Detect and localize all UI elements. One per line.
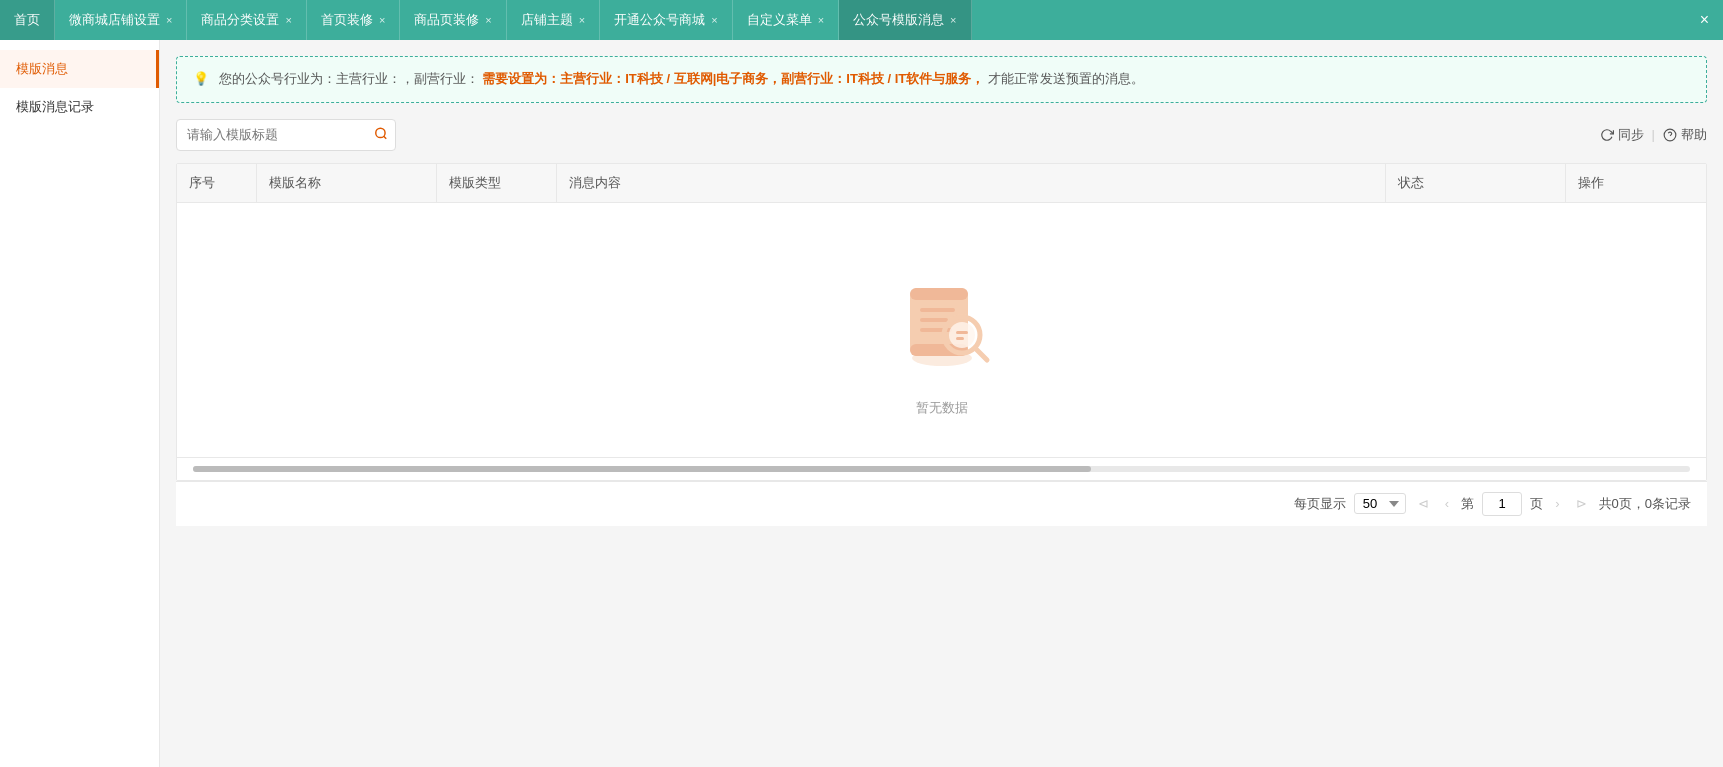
tab-custom-menu[interactable]: 自定义菜单 × bbox=[733, 0, 839, 40]
refresh-icon bbox=[1600, 128, 1614, 142]
svg-point-12 bbox=[949, 322, 975, 348]
search-input-wrap bbox=[176, 119, 396, 151]
tab-product-decor[interactable]: 商品页装修 × bbox=[400, 0, 506, 40]
help-button[interactable]: 帮助 bbox=[1663, 126, 1707, 144]
notice-icon: 💡 bbox=[193, 71, 209, 86]
svg-rect-14 bbox=[956, 331, 968, 334]
svg-rect-15 bbox=[956, 337, 964, 340]
tab-bar-close-all[interactable]: × bbox=[1686, 11, 1723, 29]
table-header: 序号 模版名称 模版类型 消息内容 状态 操作 bbox=[177, 164, 1706, 203]
sidebar: 模版消息 模版消息记录 bbox=[0, 40, 160, 767]
last-page-button[interactable]: ⊳ bbox=[1572, 494, 1591, 513]
col-status: 状态 bbox=[1386, 164, 1566, 202]
page-label: 第 bbox=[1461, 495, 1474, 513]
svg-rect-8 bbox=[920, 308, 955, 312]
svg-rect-6 bbox=[910, 288, 968, 300]
next-page-button[interactable]: › bbox=[1551, 494, 1563, 513]
search-bar: 同步 | 帮助 bbox=[176, 119, 1707, 151]
pagination: 每页显示 50 10 20 100 ⊲ ‹ 第 页 › ⊳ 共0页，0条记录 bbox=[176, 481, 1707, 526]
horizontal-scrollbar[interactable] bbox=[193, 466, 1690, 472]
notice-highlight: 需要设置为：主营行业：IT科技 / 互联网|电子商务，副营行业：IT科技 / I… bbox=[482, 71, 984, 86]
tab-close-category[interactable]: × bbox=[285, 14, 291, 26]
col-action: 操作 bbox=[1566, 164, 1706, 202]
col-index: 序号 bbox=[177, 164, 257, 202]
col-type: 模版类型 bbox=[437, 164, 557, 202]
search-button[interactable] bbox=[374, 126, 388, 143]
notice-box: 💡 您的公众号行业为：主营行业：，副营行业： 需要设置为：主营行业：IT科技 /… bbox=[176, 56, 1707, 103]
help-icon bbox=[1663, 128, 1677, 142]
tab-template-msg[interactable]: 公众号模版消息 × bbox=[839, 0, 971, 40]
first-page-button[interactable]: ⊲ bbox=[1414, 494, 1433, 513]
tab-close-product-decor[interactable]: × bbox=[485, 14, 491, 26]
tab-close-open-mall[interactable]: × bbox=[711, 14, 717, 26]
prev-page-button[interactable]: ‹ bbox=[1441, 494, 1453, 513]
search-input[interactable] bbox=[176, 119, 396, 151]
data-table: 序号 模版名称 模版类型 消息内容 状态 操作 bbox=[176, 163, 1707, 481]
horizontal-scroll-area bbox=[177, 457, 1706, 480]
scrollbar-thumb[interactable] bbox=[193, 466, 1091, 472]
content-area: 💡 您的公众号行业为：主营行业：，副营行业： 需要设置为：主营行业：IT科技 /… bbox=[160, 40, 1723, 767]
tab-close-home-decor[interactable]: × bbox=[379, 14, 385, 26]
page-unit: 页 bbox=[1530, 495, 1543, 513]
tab-close-shop-theme[interactable]: × bbox=[579, 14, 585, 26]
tab-open-mall[interactable]: 开通公众号商城 × bbox=[600, 0, 732, 40]
empty-text: 暂无数据 bbox=[916, 399, 968, 417]
tab-home-decor[interactable]: 首页装修 × bbox=[307, 0, 400, 40]
tab-shop-theme[interactable]: 店铺主题 × bbox=[507, 0, 600, 40]
svg-line-1 bbox=[384, 136, 387, 139]
sidebar-item-template-records[interactable]: 模版消息记录 bbox=[0, 88, 159, 126]
empty-state: 暂无数据 bbox=[177, 203, 1706, 457]
page-size-label: 每页显示 bbox=[1294, 495, 1346, 513]
tab-close-template-msg[interactable]: × bbox=[950, 14, 956, 26]
toolbar-right: 同步 | 帮助 bbox=[1600, 126, 1707, 144]
col-name: 模版名称 bbox=[257, 164, 437, 202]
tab-shop-settings[interactable]: 微商城店铺设置 × bbox=[55, 0, 187, 40]
svg-rect-9 bbox=[920, 318, 948, 322]
tab-home[interactable]: 首页 bbox=[0, 0, 55, 40]
main-layout: 模版消息 模版消息记录 💡 您的公众号行业为：主营行业：，副营行业： 需要设置为… bbox=[0, 40, 1723, 767]
total-info: 共0页，0条记录 bbox=[1599, 495, 1691, 513]
tab-close-shop-settings[interactable]: × bbox=[166, 14, 172, 26]
empty-icon bbox=[882, 263, 1002, 383]
search-icon bbox=[374, 126, 388, 140]
sync-button[interactable]: 同步 bbox=[1600, 126, 1644, 144]
tab-bar: 首页 微商城店铺设置 × 商品分类设置 × 首页装修 × 商品页装修 × 店铺主… bbox=[0, 0, 1723, 40]
svg-point-0 bbox=[376, 128, 385, 137]
toolbar-divider: | bbox=[1652, 127, 1655, 142]
col-content: 消息内容 bbox=[557, 164, 1386, 202]
tab-category-settings[interactable]: 商品分类设置 × bbox=[187, 0, 306, 40]
page-input[interactable] bbox=[1482, 492, 1522, 516]
page-size-select[interactable]: 50 10 20 100 bbox=[1354, 493, 1406, 514]
tab-close-custom-menu[interactable]: × bbox=[818, 14, 824, 26]
svg-line-13 bbox=[975, 348, 987, 360]
sidebar-item-template-msg[interactable]: 模版消息 bbox=[0, 50, 159, 88]
